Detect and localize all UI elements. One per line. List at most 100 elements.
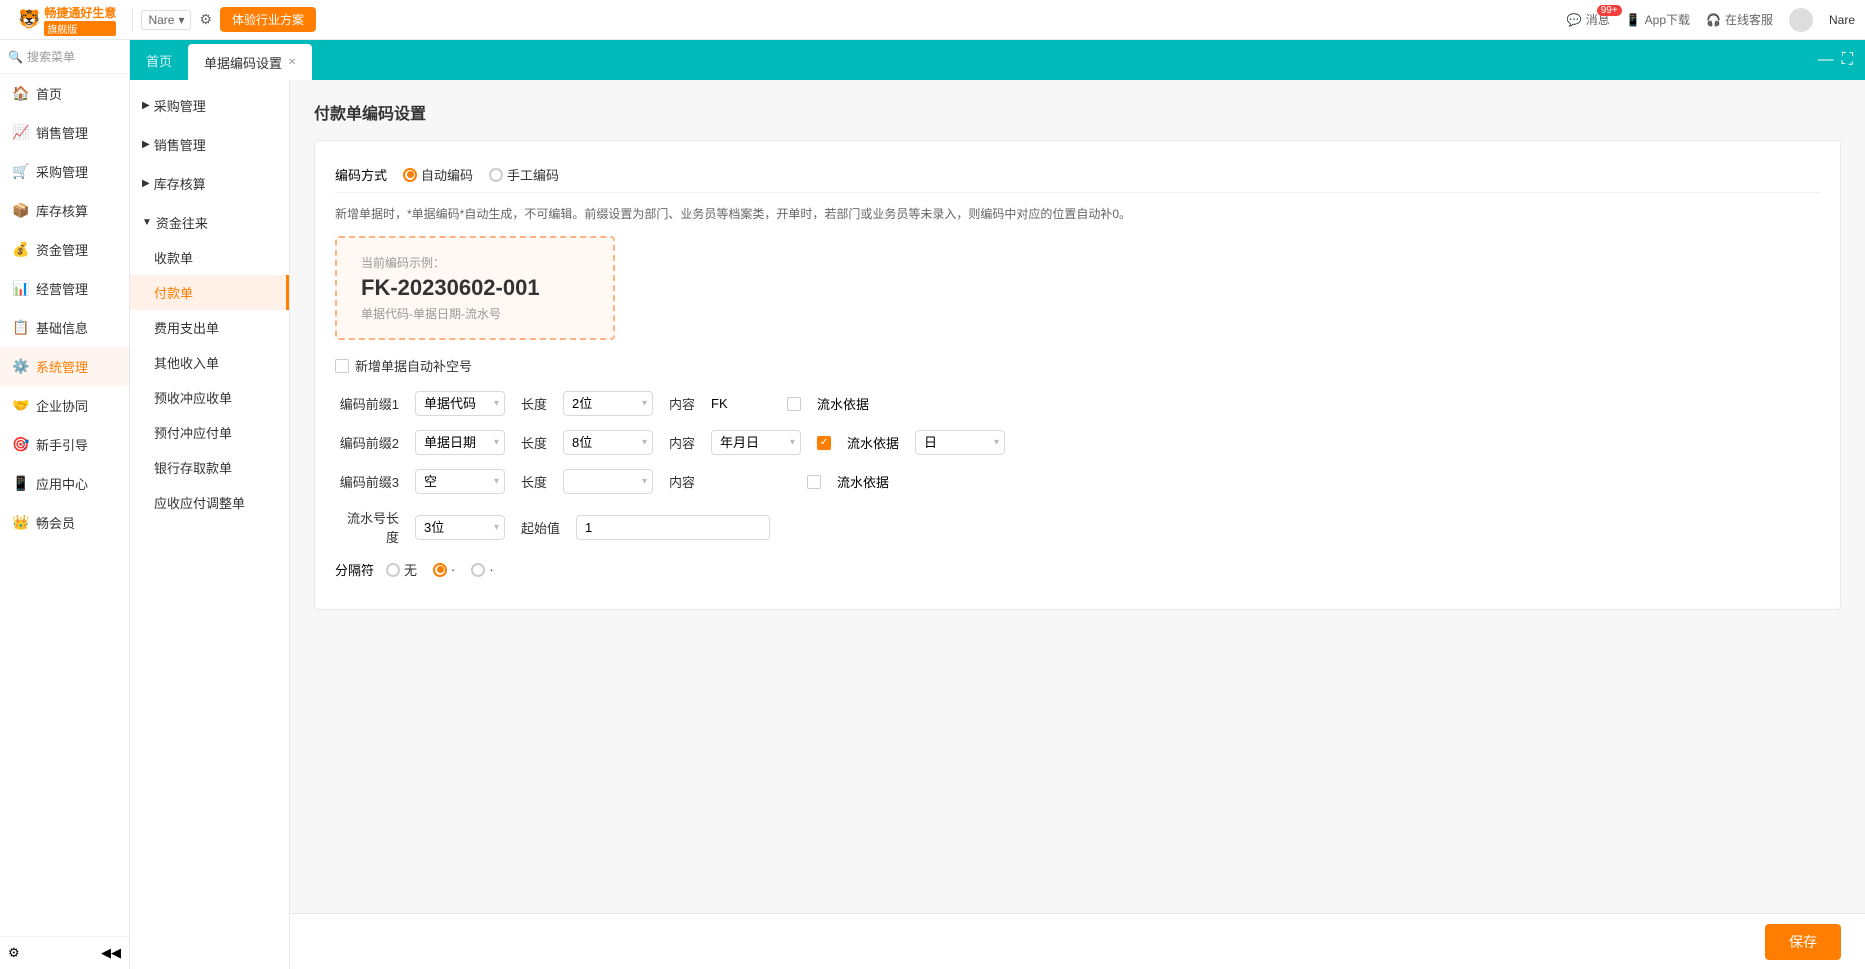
sub-item-other-income[interactable]: 其他收入单 [130, 345, 289, 380]
sidebar-item-home[interactable]: 🏠 首页 [0, 74, 129, 113]
start-value-input[interactable] [576, 515, 770, 540]
sidebar-item-fund[interactable]: 💰 资金管理 [0, 230, 129, 269]
maximize-icon[interactable]: ⛶ [1842, 51, 1853, 69]
prefix1-select[interactable]: 单据代码 [415, 391, 505, 416]
sub-item-ar-ap-adjust[interactable]: 应收应付调整单 [130, 485, 289, 520]
prefix1-select-wrapper: 单据代码 ▾ [415, 391, 505, 416]
separator-options: 无 · · [386, 560, 494, 579]
sidebar-item-operation[interactable]: 📊 经营管理 [0, 269, 129, 308]
sub-group-inventory-header[interactable]: ▶ 库存核算 [130, 166, 289, 201]
prefix3-serial-checkbox[interactable] [807, 475, 821, 489]
sidebar-item-member[interactable]: 👑 畅会员 [0, 503, 129, 542]
prefix3-select[interactable]: 空 [415, 469, 505, 494]
settings-icon[interactable]: ⚙ [199, 11, 212, 28]
sub-item-bank-deposit[interactable]: 银行存取款单 [130, 450, 289, 485]
manual-code-radio-circle [489, 168, 503, 182]
prefix3-content-label: 内容 [669, 472, 695, 491]
sidebar-item-guide[interactable]: 🎯 新手引导 [0, 425, 129, 464]
manual-code-radio[interactable]: 手工编码 [489, 165, 559, 184]
content-area: ▶ 采购管理 ▶ 销售管理 ▶ 库存核算 [130, 80, 1865, 969]
baseinfo-icon: 📋 [12, 319, 28, 336]
separator-dot1-radio[interactable]: · [433, 562, 455, 577]
serial-length-row: 流水号长度 3位 ▾ 起始值 [335, 508, 1820, 546]
prefix2-length-select[interactable]: 8位 [563, 430, 653, 455]
prefix2-length-select-wrapper: 8位 ▾ [563, 430, 653, 455]
start-value-label: 起始值 [521, 518, 560, 537]
prefix1-length-select-wrapper: 2位 ▾ [563, 391, 653, 416]
main-content: 付款单编码设置 编码方式 自动编码 [290, 80, 1865, 913]
separator-none-radio[interactable]: 无 [386, 560, 417, 579]
bottom-bar: 保存 [290, 913, 1865, 969]
sub-group-sales: ▶ 销售管理 [130, 127, 289, 162]
prefix1-serial-checkbox[interactable] [787, 397, 801, 411]
app-download-btn[interactable]: 📱 App下载 [1626, 11, 1690, 28]
main-layout: 🔍 搜索菜单 🏠 首页 📈 销售管理 🛒 采购管理 📦 库存核算 💰 资金管理 … [0, 40, 1865, 969]
sub-group-inventory: ▶ 库存核算 [130, 166, 289, 201]
coding-method-radio-group: 自动编码 手工编码 [403, 165, 559, 184]
tab-serial-setting[interactable]: 单据编码设置 ✕ [188, 44, 312, 80]
trial-button[interactable]: 体验行业方案 [220, 7, 316, 32]
collapse-sidebar-icon[interactable]: ◀◀ [101, 945, 121, 961]
sub-item-expense[interactable]: 费用支出单 [130, 310, 289, 345]
company-selector[interactable]: Nare ▾ [141, 10, 191, 30]
save-button[interactable]: 保存 [1765, 924, 1841, 960]
prefix2-follow-select-wrapper: 日 ▾ [915, 430, 1005, 455]
sidebar-item-enterprise[interactable]: 🤝 企业协同 [0, 386, 129, 425]
apps-icon: 📱 [12, 475, 28, 492]
header-left: 🐯 畅捷通好生意 旗舰版 Nare ▾ ⚙ 体验行业方案 [10, 4, 1559, 36]
code-example-label: 当前编码示例： [361, 254, 589, 271]
message-btn[interactable]: 💬 消息 99+ [1567, 11, 1610, 28]
prefix3-select-wrapper: 空 ▾ [415, 469, 505, 494]
prefix3-length-select-wrapper: ▾ [563, 469, 653, 494]
sidebar-item-apps[interactable]: 📱 应用中心 [0, 464, 129, 503]
chevron-down-icon: ▾ [178, 13, 184, 27]
sub-item-payment[interactable]: 付款单 [130, 275, 289, 310]
coding-method-label: 编码方式 [335, 165, 387, 184]
system-icon: ⚙️ [12, 358, 28, 375]
sub-group-purchase-header[interactable]: ▶ 采购管理 [130, 88, 289, 123]
prefix3-length-select[interactable] [563, 469, 653, 494]
minimize-icon[interactable]: — [1818, 51, 1834, 69]
tab-home[interactable]: 首页 [130, 40, 188, 80]
separator-dot2-radio[interactable]: · [471, 562, 493, 577]
auto-code-radio[interactable]: 自动编码 [403, 165, 473, 184]
sidebar-item-baseinfo[interactable]: 📋 基础信息 [0, 308, 129, 347]
sidebar-item-inventory[interactable]: 📦 库存核算 [0, 191, 129, 230]
sidebar-item-sales[interactable]: 📈 销售管理 [0, 113, 129, 152]
sub-item-prepay-recv[interactable]: 预收冲应收单 [130, 380, 289, 415]
prefix2-content-select[interactable]: 年月日 [711, 430, 801, 455]
arrow-down-icon: ▼ [142, 217, 152, 228]
prefix1-length-select[interactable]: 2位 [563, 391, 653, 416]
sidebar-item-purchase[interactable]: 🛒 采购管理 [0, 152, 129, 191]
prefix2-select[interactable]: 单据日期 [415, 430, 505, 455]
auto-code-radio-circle [403, 168, 417, 182]
message-icon: 💬 [1567, 13, 1582, 27]
tab-close-icon[interactable]: ✕ [288, 57, 296, 68]
avatar[interactable] [1789, 8, 1813, 32]
info-text: 新增单据时，*单据编码*自动生成，不可编辑。前缀设置为部门、业务员等档案类，开单… [335, 205, 1820, 224]
prefix2-serial-label: 流水依据 [847, 433, 899, 452]
prefix3-content-value [711, 478, 791, 486]
prefix2-follow-select[interactable]: 日 [915, 430, 1005, 455]
sub-item-receipt[interactable]: 收款单 [130, 240, 289, 275]
prefix2-content-select-wrapper: 年月日 ▾ [711, 430, 801, 455]
sidebar: 🔍 搜索菜单 🏠 首页 📈 销售管理 🛒 采购管理 📦 库存核算 💰 资金管理 … [0, 40, 130, 969]
sub-group-fund-header[interactable]: ▼ 资金往来 [130, 205, 289, 240]
serial-length-label: 流水号长度 [335, 508, 399, 546]
sidebar-item-system[interactable]: ⚙️ 系统管理 [0, 347, 129, 386]
prefix2-serial-checkbox[interactable]: ✓ [817, 436, 831, 450]
auto-fill-checkbox[interactable] [335, 359, 349, 373]
prefix1-label: 编码前缀1 [335, 394, 399, 413]
enterprise-icon: 🤝 [12, 397, 28, 414]
header-right: 💬 消息 99+ 📱 App下载 🎧 在线客服 Nare [1567, 8, 1855, 32]
online-service-btn[interactable]: 🎧 在线客服 [1706, 11, 1773, 28]
member-icon: 👑 [12, 514, 28, 531]
code-example-value: FK-20230602-001 [361, 275, 589, 301]
settings-bottom-icon[interactable]: ⚙ [8, 945, 20, 961]
sub-group-sales-header[interactable]: ▶ 销售管理 [130, 127, 289, 162]
prefix3-row: 编码前缀3 空 ▾ 长度 [335, 469, 1820, 494]
prefix2-row: 编码前缀2 单据日期 ▾ 长度 8位 [335, 430, 1820, 455]
search-menu[interactable]: 🔍 搜索菜单 [0, 40, 129, 74]
serial-length-select[interactable]: 3位 [415, 515, 505, 540]
sub-item-prepay-pay[interactable]: 预付冲应付单 [130, 415, 289, 450]
